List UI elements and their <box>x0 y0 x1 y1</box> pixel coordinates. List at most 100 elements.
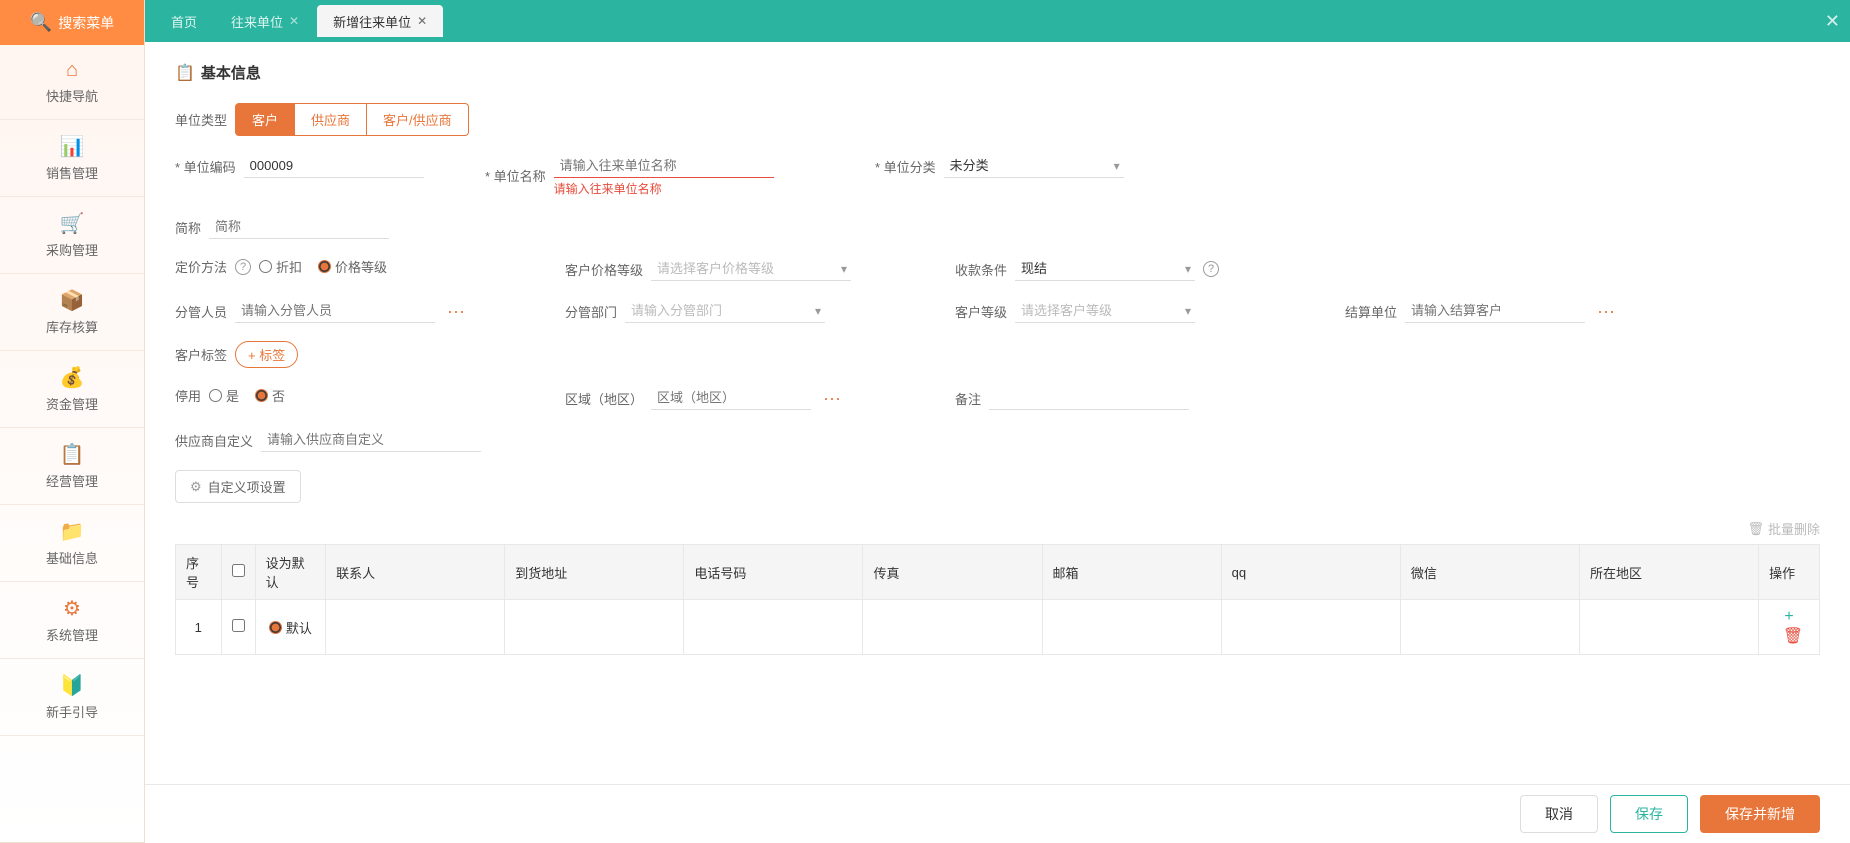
sidebar-item-label: 采购管理 <box>46 240 98 259</box>
pricing-level-option[interactable]: 价格等级 <box>318 257 387 276</box>
settlement-unit-more-button[interactable]: ··· <box>1593 301 1619 322</box>
payment-terms-select[interactable]: 现结 <box>1015 257 1195 280</box>
custom-settings-button[interactable]: ⚙ 自定义项设置 <box>175 470 301 503</box>
manager-more-button[interactable]: ··· <box>443 301 469 322</box>
row-wechat[interactable] <box>1400 600 1579 655</box>
row-wechat-input[interactable] <box>1411 620 1569 635</box>
disabled-no-radio[interactable] <box>255 389 268 402</box>
sidebar-item-guide[interactable]: 🔰新手引导 <box>0 659 144 736</box>
row-qq[interactable] <box>1221 600 1400 655</box>
sidebar-item-operations[interactable]: 📋经营管理 <box>0 428 144 505</box>
sidebar-item-system[interactable]: ⚙ 系统管理 <box>0 582 144 659</box>
row-default-option[interactable]: 默认 <box>266 618 316 637</box>
unit-type-label: 单位类型 <box>175 110 227 129</box>
supplier-custom-input[interactable] <box>261 428 481 452</box>
remarks-input[interactable] <box>989 386 1189 410</box>
row-default-radio[interactable] <box>269 621 282 634</box>
settlement-unit-input[interactable] <box>1405 299 1585 323</box>
disabled-yes-radio[interactable] <box>209 389 222 402</box>
delete-row-button[interactable]: 🗑 <box>1783 628 1803 645</box>
customer-tag-label: 客户标签 <box>175 345 227 364</box>
operations-icon: 📋 <box>60 442 85 467</box>
close-window-button[interactable]: ✕ <box>1825 11 1840 32</box>
sidebar-item-basic-info[interactable]: 📁基础信息 <box>0 505 144 582</box>
unit-name-input[interactable] <box>554 154 774 178</box>
select-all-checkbox[interactable] <box>232 564 245 577</box>
supplier-custom-label: 供应商自定义 <box>175 431 253 450</box>
section-basic-info: 📋 基本信息 <box>175 62 1820 83</box>
cancel-button[interactable]: 取消 <box>1520 795 1598 833</box>
col-seq: 序号 <box>176 545 222 600</box>
row-fax-input[interactable] <box>873 620 1031 635</box>
customer-level-select[interactable]: 请选择客户等级 <box>1015 299 1195 322</box>
close-tab-new-partner-button[interactable]: ✕ <box>417 14 427 28</box>
department-select[interactable]: 请输入分管部门 <box>625 299 825 322</box>
unit-code-input[interactable] <box>244 154 424 178</box>
row-address-input[interactable] <box>515 620 673 635</box>
contact-table-section: 🗑 批量删除 序号 设为默认 联系人 到货地址 电话号码 传真 邮箱 qq <box>175 519 1820 655</box>
col-contact: 联系人 <box>326 545 505 600</box>
manager-input[interactable] <box>235 299 435 323</box>
disabled-region-row: 停用 是 否 区域（地区） ··· 备注 <box>175 386 1820 410</box>
row-contact[interactable] <box>326 600 505 655</box>
row-address[interactable] <box>505 600 684 655</box>
sidebar-item-quick-nav[interactable]: ⌂快捷导航 <box>0 45 144 120</box>
type-supplier-button[interactable]: 供应商 <box>295 103 367 136</box>
save-button[interactable]: 保存 <box>1610 795 1688 833</box>
disabled-radio-group: 是 否 <box>209 386 285 405</box>
add-row-button[interactable]: + <box>1784 608 1793 625</box>
sidebar-item-finance[interactable]: 💰资金管理 <box>0 351 144 428</box>
sidebar-item-sales[interactable]: 📊销售管理 <box>0 120 144 197</box>
save-add-button[interactable]: 保存并新增 <box>1700 795 1820 833</box>
col-region: 所在地区 <box>1579 545 1758 600</box>
tab-home[interactable]: 首页 <box>155 5 213 37</box>
row-email[interactable] <box>1042 600 1221 655</box>
add-tag-button[interactable]: + 标签 <box>235 341 298 368</box>
payment-help-icon[interactable]: ? <box>1203 261 1219 277</box>
supplier-custom-row: 供应商自定义 <box>175 428 1820 452</box>
settlement-unit-group: 结算单位 ··· <box>1345 299 1705 323</box>
row-region-input[interactable] <box>1590 620 1748 635</box>
row-fax[interactable] <box>863 600 1042 655</box>
unit-type-group: 单位类型 客户 供应商 客户/供应商 <box>175 103 469 136</box>
disabled-no-option[interactable]: 否 <box>255 386 285 405</box>
tab-new-partner[interactable]: 新增往来单位 ✕ <box>317 5 443 37</box>
pricing-discount-radio[interactable] <box>259 260 272 273</box>
row-qq-input[interactable] <box>1232 620 1390 635</box>
search-menu[interactable]: 🔍 搜索菜单 <box>0 0 144 45</box>
row-contact-input[interactable] <box>336 620 494 635</box>
unit-category-select[interactable]: 未分类 A类 B类 C类 <box>944 154 1124 177</box>
col-checkbox[interactable] <box>221 545 255 600</box>
batch-delete-label[interactable]: 批量删除 <box>1768 519 1820 538</box>
sidebar-item-purchase[interactable]: 🛒采购管理 <box>0 197 144 274</box>
short-name-input[interactable] <box>209 215 389 239</box>
row-checkbox-cell[interactable] <box>221 600 255 655</box>
pricing-discount-option[interactable]: 折扣 <box>259 257 302 276</box>
row-phone[interactable] <box>684 600 863 655</box>
basic-info-icon: 📁 <box>60 519 85 544</box>
col-default: 设为默认 <box>255 545 326 600</box>
customer-level-select-wrap: 请选择客户等级 ▾ <box>1015 299 1195 323</box>
payment-terms-label: 收款条件 <box>955 260 1007 279</box>
close-tab-partners-button[interactable]: ✕ <box>289 14 299 28</box>
pricing-help-icon[interactable]: ? <box>235 259 251 275</box>
region-more-button[interactable]: ··· <box>819 388 845 409</box>
sidebar-item-label: 系统管理 <box>46 625 98 644</box>
system-icon: ⚙ <box>63 596 81 621</box>
unit-code-label: * 单位编码 <box>175 157 236 176</box>
custom-settings-section: ⚙ 自定义项设置 <box>175 470 1820 503</box>
department-label: 分管部门 <box>565 302 617 321</box>
type-customer-button[interactable]: 客户 <box>235 103 295 136</box>
tab-partners[interactable]: 往来单位 ✕ <box>215 5 315 37</box>
pricing-level-radio[interactable] <box>318 260 331 273</box>
row-region[interactable] <box>1579 600 1758 655</box>
row-phone-input[interactable] <box>694 620 852 635</box>
type-both-button[interactable]: 客户/供应商 <box>367 103 469 136</box>
customer-price-level-select[interactable]: 请选择客户价格等级 <box>651 257 851 280</box>
region-input[interactable] <box>651 386 811 410</box>
region-label: 区域（地区） <box>565 389 643 408</box>
row-checkbox[interactable] <box>232 619 245 632</box>
row-email-input[interactable] <box>1053 620 1211 635</box>
disabled-yes-option[interactable]: 是 <box>209 386 239 405</box>
sidebar-item-inventory[interactable]: 📦库存核算 <box>0 274 144 351</box>
